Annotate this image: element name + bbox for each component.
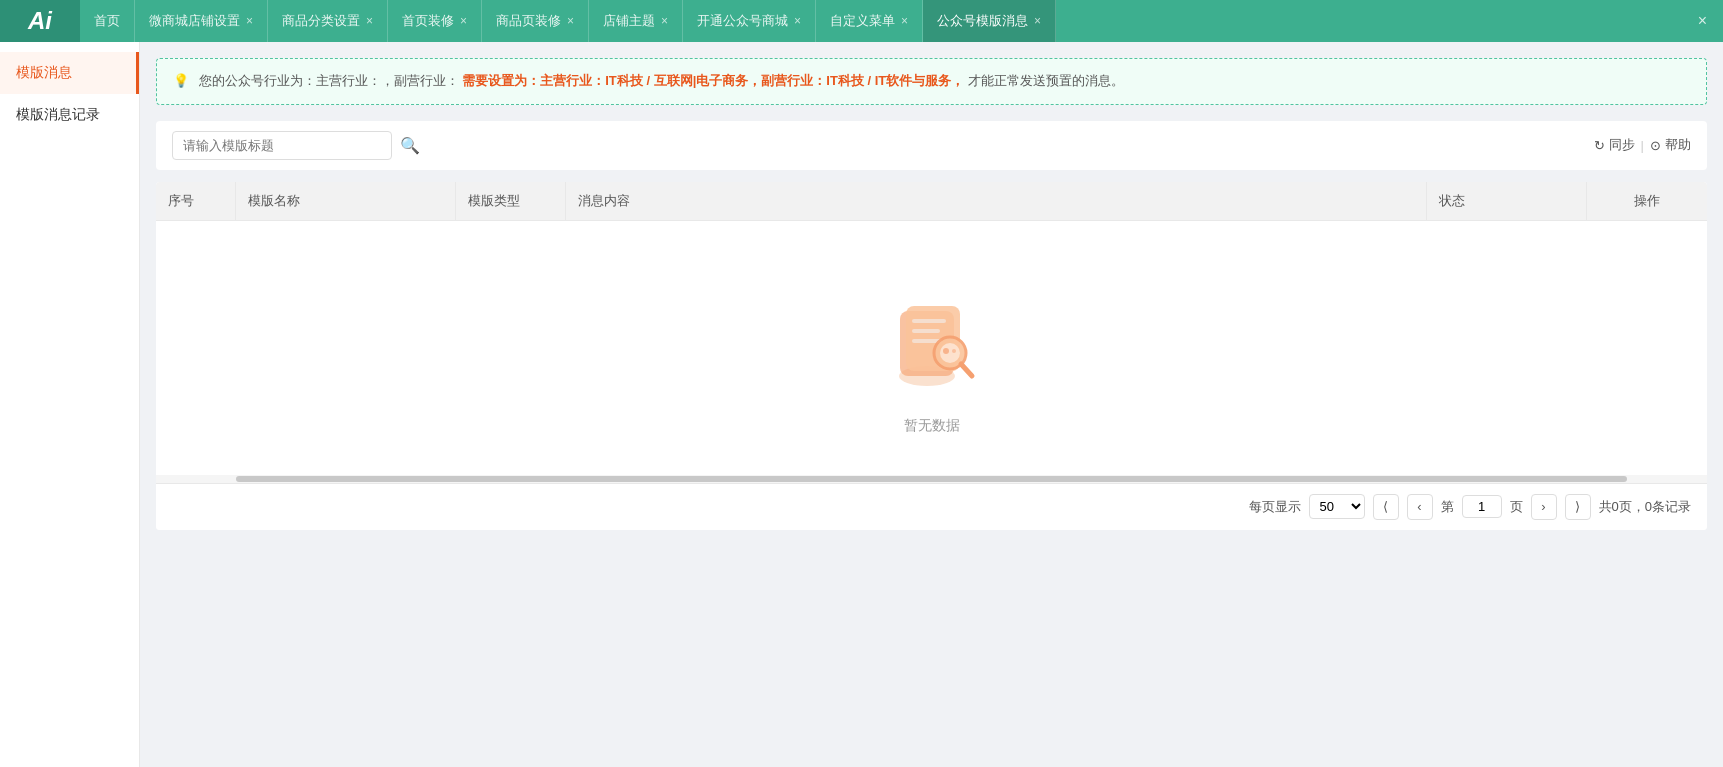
search-input[interactable] [172, 131, 392, 160]
prev-page-button[interactable]: ‹ [1407, 494, 1433, 520]
page-suffix: 页 [1510, 498, 1523, 516]
search-left: 🔍 [172, 131, 420, 160]
th-status: 状态 [1427, 182, 1587, 220]
svg-rect-4 [912, 329, 940, 333]
help-label: 帮助 [1665, 136, 1691, 154]
svg-point-7 [940, 343, 960, 363]
top-nav: Ai 首页微商城店铺设置×商品分类设置×首页装修×商品页装修×店铺主题×开通公众… [0, 0, 1723, 42]
th-content: 消息内容 [566, 182, 1427, 220]
table-header: 序号模版名称模版类型消息内容状态操作 [156, 182, 1707, 221]
tab-bar: 首页微商城店铺设置×商品分类设置×首页装修×商品页装修×店铺主题×开通公众号商城… [80, 0, 1682, 42]
tab-close-category-settings[interactable]: × [366, 14, 373, 28]
per-page-select[interactable]: 102050100 [1309, 494, 1365, 519]
pagination-area: 每页显示 102050100 ⟨ ‹ 第 页 › ⟩ 共0页，0条记录 [156, 483, 1707, 530]
search-bar: 🔍 ↻ 同步 | ⊙ 帮助 [156, 121, 1707, 170]
tab-close-product-decoration[interactable]: × [567, 14, 574, 28]
sidebar: 模版消息模版消息记录 [0, 42, 140, 767]
empty-text: 暂无数据 [904, 417, 960, 435]
global-close-button[interactable]: × [1682, 12, 1723, 30]
notice-suffix: 才能正常发送预置的消息。 [968, 73, 1124, 88]
page-total: 共0页，0条记录 [1599, 498, 1691, 516]
svg-line-8 [961, 364, 972, 376]
scrollbar-thumb[interactable] [236, 476, 1627, 482]
tab-home[interactable]: 首页 [80, 0, 135, 42]
sync-button[interactable]: ↻ 同步 [1594, 136, 1635, 154]
sidebar-item-template-msg[interactable]: 模版消息 [0, 52, 139, 94]
horizontal-scrollbar[interactable] [156, 475, 1707, 483]
tab-store-theme[interactable]: 店铺主题× [589, 0, 683, 42]
tab-home-decoration[interactable]: 首页装修× [388, 0, 482, 42]
sync-label: 同步 [1609, 136, 1635, 154]
sync-icon: ↻ [1594, 138, 1605, 153]
svg-point-10 [952, 349, 956, 353]
logo: Ai [0, 0, 80, 42]
tab-shop-settings[interactable]: 微商城店铺设置× [135, 0, 268, 42]
th-name: 模版名称 [236, 182, 456, 220]
search-button[interactable]: 🔍 [400, 136, 420, 155]
content-area: 💡 您的公众号行业为：主营行业：，副营行业： 需要设置为：主营行业：IT科技 /… [140, 42, 1723, 767]
main-layout: 模版消息模版消息记录 💡 您的公众号行业为：主营行业：，副营行业： 需要设置为：… [0, 42, 1723, 767]
tab-template-message[interactable]: 公众号模版消息× [923, 0, 1056, 42]
per-page-label: 每页显示 [1249, 498, 1301, 516]
last-page-button[interactable]: ⟩ [1565, 494, 1591, 520]
svg-point-9 [943, 348, 949, 354]
notice-box: 💡 您的公众号行业为：主营行业：，副营行业： 需要设置为：主营行业：IT科技 /… [156, 58, 1707, 105]
tab-product-decoration[interactable]: 商品页装修× [482, 0, 589, 42]
page-label: 第 [1441, 498, 1454, 516]
next-page-button[interactable]: › [1531, 494, 1557, 520]
help-icon: ⊙ [1650, 138, 1661, 153]
tab-open-mall[interactable]: 开通公众号商城× [683, 0, 816, 42]
tab-close-home-decoration[interactable]: × [460, 14, 467, 28]
tab-category-settings[interactable]: 商品分类设置× [268, 0, 388, 42]
tab-close-custom-menu[interactable]: × [901, 14, 908, 28]
empty-icon [872, 281, 992, 401]
search-icon: 🔍 [400, 137, 420, 154]
tab-close-store-theme[interactable]: × [661, 14, 668, 28]
notice-prefix: 您的公众号行业为：主营行业：，副营行业： [199, 73, 459, 88]
page-input[interactable] [1462, 495, 1502, 518]
tab-close-shop-settings[interactable]: × [246, 14, 253, 28]
th-seq: 序号 [156, 182, 236, 220]
first-page-button[interactable]: ⟨ [1373, 494, 1399, 520]
notice-icon: 💡 [173, 73, 189, 88]
th-action: 操作 [1587, 182, 1707, 220]
tab-close-template-message[interactable]: × [1034, 14, 1041, 28]
tab-close-open-mall[interactable]: × [794, 14, 801, 28]
table-container: 序号模版名称模版类型消息内容状态操作 [156, 182, 1707, 530]
tab-custom-menu[interactable]: 自定义菜单× [816, 0, 923, 42]
th-type: 模版类型 [456, 182, 566, 220]
sidebar-item-template-msg-record[interactable]: 模版消息记录 [0, 94, 139, 136]
empty-state: 暂无数据 [156, 221, 1707, 475]
notice-highlight: 需要设置为：主营行业：IT科技 / 互联网|电子商务，副营行业：IT科技 / I… [462, 73, 964, 88]
toolbar-divider: | [1641, 138, 1644, 153]
svg-rect-3 [912, 319, 946, 323]
toolbar-right: ↻ 同步 | ⊙ 帮助 [1594, 136, 1691, 154]
help-button[interactable]: ⊙ 帮助 [1650, 136, 1691, 154]
